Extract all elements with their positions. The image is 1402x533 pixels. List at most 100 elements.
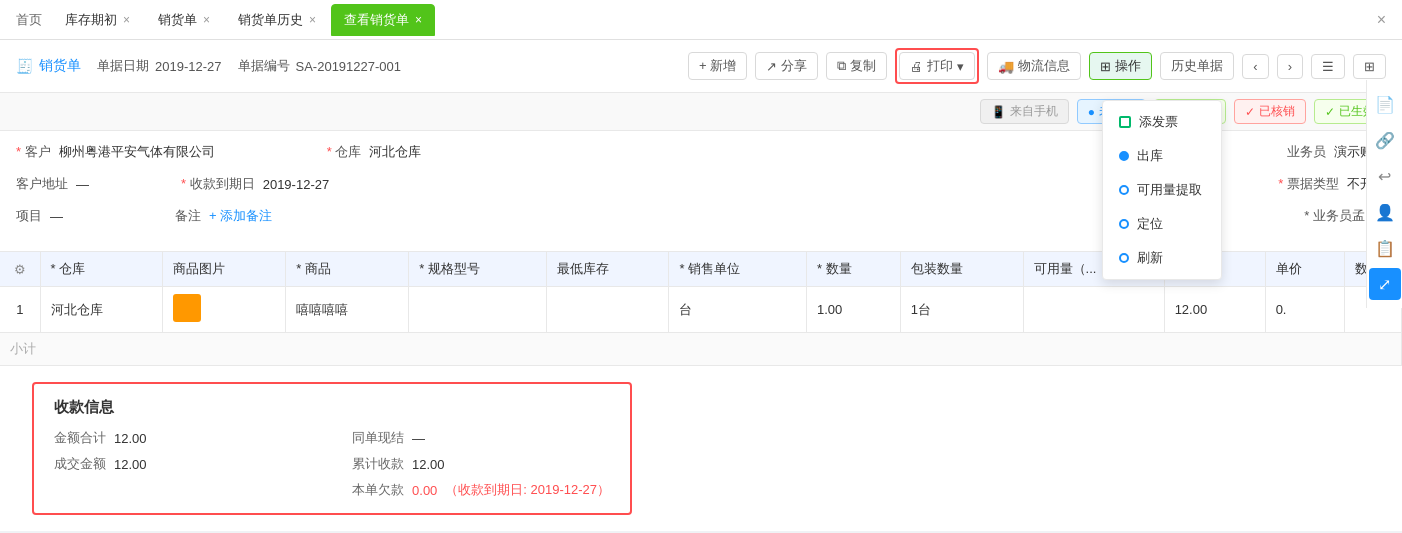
doc-actions: + 新增 ↗ 分享 ⧉ 复制 🖨 打印 ▾ 🚚 物流信息 ⊞ <box>688 48 1386 84</box>
row-current-stock: 12.00 <box>1164 287 1265 333</box>
tab-view-sales-close[interactable]: × <box>415 13 422 27</box>
row-available <box>1023 287 1164 333</box>
total-item: 金额合计 12.00 <box>54 429 312 447</box>
effect-icon: ✓ <box>1325 105 1335 119</box>
doc-number-value: SA-20191227-001 <box>296 59 402 74</box>
add-note-button[interactable]: + 添加备注 <box>209 207 272 225</box>
deal-item: 成交金额 12.00 <box>54 455 312 473</box>
row-num: 1 <box>0 287 40 333</box>
print-dropdown-arrow[interactable]: ▾ <box>957 59 964 74</box>
col-spec: * 规格型号 <box>409 252 546 287</box>
operation-button[interactable]: ⊞ 操作 <box>1089 52 1152 80</box>
tab-bar: 首页 库存期初 × 销货单 × 销货单历史 × 查看销货单 × × <box>0 0 1402 40</box>
project-field: 项目 — <box>16 207 63 225</box>
address-label: 客户地址 <box>16 175 68 193</box>
share-icon: ↗ <box>766 59 777 74</box>
view-grid-button[interactable]: ⊞ <box>1353 54 1386 79</box>
print-icon: 🖨 <box>910 59 923 74</box>
tab-sales[interactable]: 销货单 × <box>145 4 223 36</box>
product-image <box>173 294 201 322</box>
dropdown-refresh[interactable]: 刷新 <box>1103 241 1221 275</box>
row-min-stock <box>546 287 669 333</box>
share-button[interactable]: ↗ 分享 <box>755 52 818 80</box>
row-unit: 台 <box>669 287 806 333</box>
nav-next-button[interactable]: › <box>1277 54 1303 79</box>
row-pack-qty: 1台 <box>900 287 1023 333</box>
total-value: 12.00 <box>114 431 147 446</box>
sidebar-icon-list[interactable]: 📋 <box>1369 232 1401 264</box>
payment-title: 收款信息 <box>54 398 610 417</box>
subtotal-row: 小计 <box>0 333 1402 366</box>
same-order-value: — <box>412 431 425 446</box>
locate-icon <box>1119 219 1129 229</box>
payment-date-field: 收款到期日 2019-12-27 <box>181 175 329 193</box>
dropdown-locate[interactable]: 定位 <box>1103 207 1221 241</box>
row-quantity: 1.00 <box>806 287 900 333</box>
copy-button[interactable]: ⧉ 复制 <box>826 52 887 80</box>
ticket-label: 票据类型 <box>1278 175 1339 193</box>
salesman-label: * 业务员孟 <box>1304 207 1365 225</box>
warehouse-label: 仓库 <box>327 143 362 161</box>
sidebar-icon-user[interactable]: 👤 <box>1369 196 1401 228</box>
total-label: 金额合计 <box>54 429 106 447</box>
cumulative-item: 累计收款 12.00 <box>352 455 610 473</box>
from-phone-button[interactable]: 📱 来自手机 <box>980 99 1069 124</box>
copy-icon: ⧉ <box>837 58 846 74</box>
due-note: （收款到期日: 2019-12-27） <box>445 481 610 499</box>
print-button[interactable]: 🖨 打印 ▾ <box>899 52 975 80</box>
doc-type-icon: 🧾 <box>16 58 33 74</box>
doc-type-label: 销货单 <box>39 57 81 75</box>
row-img <box>163 287 286 333</box>
written-off-button[interactable]: ✓ 已核销 <box>1234 99 1306 124</box>
address-field: 客户地址 — <box>16 175 89 193</box>
tab-home[interactable]: 首页 <box>8 11 50 29</box>
warehouse-value: 河北仓库 <box>369 143 421 161</box>
history-button[interactable]: 历史单据 <box>1160 52 1234 80</box>
col-gear: ⚙ <box>0 252 40 287</box>
col-price: 单价 <box>1265 252 1344 287</box>
sidebar-icon-return[interactable]: ↩ <box>1369 160 1401 192</box>
doc-meta: 单据日期 2019-12-27 单据编号 SA-20191227-001 <box>97 57 401 75</box>
col-warehouse: * 仓库 <box>40 252 163 287</box>
sidebar-icon-link[interactable]: 🔗 <box>1369 124 1401 156</box>
due-item: 本单欠款 0.00 （收款到期日: 2019-12-27） <box>352 481 610 499</box>
doc-number-item: 单据编号 SA-20191227-001 <box>238 57 402 75</box>
deal-value: 12.00 <box>114 457 147 472</box>
dropdown-outbound[interactable]: 出库 <box>1103 139 1221 173</box>
col-pack-qty: 包装数量 <box>900 252 1023 287</box>
payment-date-label: 收款到期日 <box>181 175 255 193</box>
operation-icon: ⊞ <box>1100 59 1111 74</box>
customer-field: 客户 柳州粤港平安气体有限公司 <box>16 143 215 161</box>
col-product: * 商品 <box>286 252 409 287</box>
row-spec <box>409 287 546 333</box>
tab-inventory-close[interactable]: × <box>123 13 130 27</box>
tab-inventory[interactable]: 库存期初 × <box>52 4 143 36</box>
customer-value: 柳州粤港平安气体有限公司 <box>59 143 215 161</box>
tab-view-sales[interactable]: 查看销货单 × <box>331 4 435 36</box>
window-close-button[interactable]: × <box>1369 7 1394 33</box>
tab-sales-close[interactable]: × <box>203 13 210 27</box>
staff-label: 业务员 <box>1287 143 1326 161</box>
due-label: 本单欠款 <box>352 481 404 499</box>
warehouse-field: 仓库 河北仓库 <box>327 143 422 161</box>
nav-prev-button[interactable]: ‹ <box>1242 54 1268 79</box>
dropdown-add-invoice[interactable]: 添发票 <box>1103 105 1221 139</box>
logistics-button[interactable]: 🚚 物流信息 <box>987 52 1081 80</box>
sidebar-icon-doc[interactable]: 📄 <box>1369 88 1401 120</box>
row-product: 嘻嘻嘻嘻 <box>286 287 409 333</box>
available-qty-icon <box>1119 185 1129 195</box>
view-list-button[interactable]: ☰ <box>1311 54 1345 79</box>
note-field: 备注 + 添加备注 <box>175 207 272 225</box>
project-label: 项目 <box>16 207 42 225</box>
tab-sales-history[interactable]: 销货单历史 × <box>225 4 329 36</box>
note-label: 备注 <box>175 207 201 225</box>
add-button[interactable]: + 新增 <box>688 52 747 80</box>
row-warehouse: 河北仓库 <box>40 287 163 333</box>
customer-label: 客户 <box>16 143 51 161</box>
tab-sales-history-close[interactable]: × <box>309 13 316 27</box>
sidebar-icon-expand[interactable]: ⤢ <box>1369 268 1401 300</box>
doc-date-label: 单据日期 <box>97 57 149 75</box>
refresh-icon <box>1119 253 1129 263</box>
cumulative-value: 12.00 <box>412 457 445 472</box>
dropdown-available-qty[interactable]: 可用量提取 <box>1103 173 1221 207</box>
